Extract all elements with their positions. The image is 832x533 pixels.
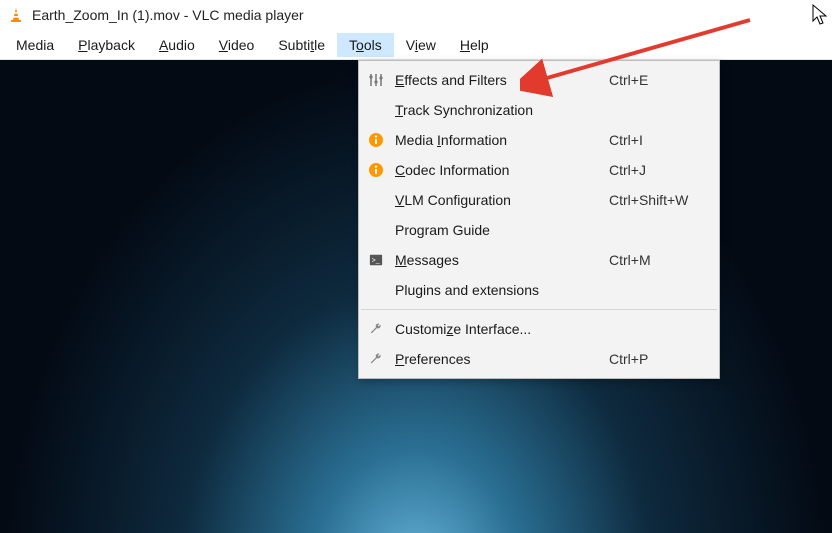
- menu-shortcut: Ctrl+M: [609, 252, 709, 268]
- wrench-icon: [367, 320, 385, 338]
- menu-video[interactable]: Video: [207, 33, 267, 57]
- menu-audio[interactable]: Audio: [147, 33, 207, 57]
- menu-customize-interface[interactable]: Customize Interface...: [359, 314, 719, 344]
- svg-text:>_: >_: [372, 258, 380, 265]
- menu-shortcut: Ctrl+I: [609, 132, 709, 148]
- menu-label: Program Guide: [395, 222, 599, 238]
- menu-messages[interactable]: >_ Messages Ctrl+M: [359, 245, 719, 275]
- menu-plugins-extensions[interactable]: Plugins and extensions: [359, 275, 719, 305]
- menu-label: Media Information: [395, 132, 599, 148]
- menu-label: Plugins and extensions: [395, 282, 599, 298]
- menu-codec-information[interactable]: Codec Information Ctrl+J: [359, 155, 719, 185]
- menu-label: Track Synchronization: [395, 102, 599, 118]
- vlc-cone-icon: [8, 7, 24, 23]
- menu-label: Customize Interface...: [395, 321, 599, 337]
- menu-media-information[interactable]: Media Information Ctrl+I: [359, 125, 719, 155]
- menu-shortcut: Ctrl+Shift+W: [609, 192, 709, 208]
- menu-program-guide[interactable]: Program Guide: [359, 215, 719, 245]
- menu-media[interactable]: Media: [4, 33, 66, 57]
- window-title: Earth_Zoom_In (1).mov - VLC media player: [32, 7, 304, 23]
- menu-tools[interactable]: Tools: [337, 33, 394, 57]
- menu-subtitle[interactable]: Subtitle: [266, 33, 337, 57]
- info-icon: [367, 161, 385, 179]
- menu-preferences[interactable]: Preferences Ctrl+P: [359, 344, 719, 374]
- blank-icon: [367, 101, 385, 119]
- mouse-cursor-icon: [812, 4, 830, 26]
- tools-dropdown: Effects and Filters Ctrl+E Track Synchro…: [358, 60, 720, 379]
- info-icon: [367, 131, 385, 149]
- menu-label: Preferences: [395, 351, 599, 367]
- menu-shortcut: Ctrl+P: [609, 351, 709, 367]
- sliders-icon: [367, 71, 385, 89]
- menu-help[interactable]: Help: [448, 33, 501, 57]
- menu-shortcut: Ctrl+J: [609, 162, 709, 178]
- wrench-icon: [367, 350, 385, 368]
- blank-icon: [367, 191, 385, 209]
- annotation-arrow: [520, 10, 780, 100]
- terminal-icon: >_: [367, 251, 385, 269]
- menu-label: Messages: [395, 252, 599, 268]
- menu-label: Codec Information: [395, 162, 599, 178]
- menu-vlm-configuration[interactable]: VLM Configuration Ctrl+Shift+W: [359, 185, 719, 215]
- menu-separator: [361, 309, 717, 310]
- blank-icon: [367, 221, 385, 239]
- menu-label: VLM Configuration: [395, 192, 599, 208]
- menu-playback[interactable]: Playback: [66, 33, 147, 57]
- menu-view[interactable]: View: [394, 33, 448, 57]
- blank-icon: [367, 281, 385, 299]
